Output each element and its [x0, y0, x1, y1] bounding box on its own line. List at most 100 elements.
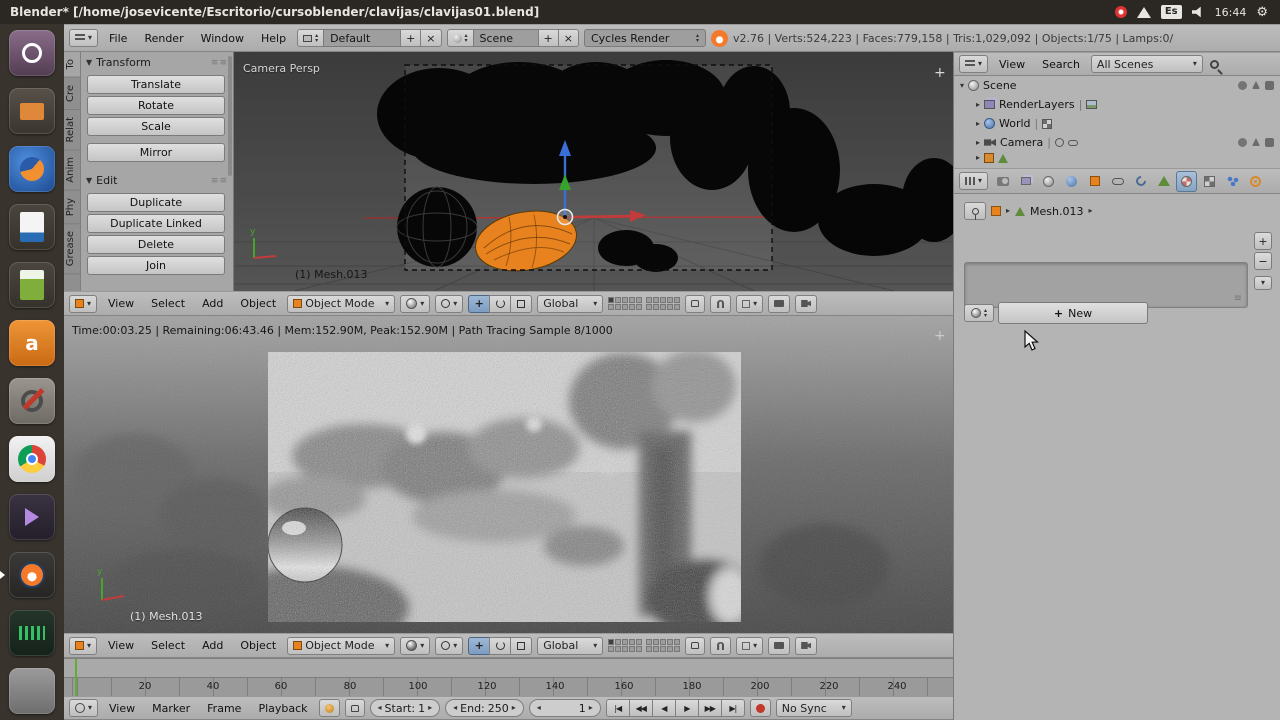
render-opengl-anim-button[interactable]: [795, 294, 818, 313]
dash-icon[interactable]: [9, 30, 55, 76]
edit-panel-header[interactable]: ▼ Edit ≡≡: [81, 170, 233, 191]
menu-view[interactable]: View: [102, 296, 140, 311]
snap-magnet-toggle[interactable]: U: [710, 636, 732, 655]
tab-scene-icon[interactable]: [1038, 171, 1059, 192]
media-player-icon[interactable]: [9, 494, 55, 540]
breadcrumb-object-name[interactable]: Mesh.013: [1030, 205, 1083, 218]
launcher-item[interactable]: [0, 24, 64, 82]
render-engine-dropdown[interactable]: Cycles Render ▴ ▾: [583, 29, 706, 47]
material-browse-button[interactable]: ▴ ▾: [964, 304, 994, 322]
region-expand-icon[interactable]: +: [934, 65, 946, 81]
render-opengl-button[interactable]: [768, 636, 791, 655]
tab-object-icon[interactable]: [1084, 171, 1105, 192]
volume-icon[interactable]: [1191, 6, 1201, 18]
manipulator-rotate-toggle[interactable]: [489, 636, 512, 655]
render-opengl-anim-button[interactable]: [795, 636, 818, 655]
editor-type-button[interactable]: ▾: [69, 29, 99, 47]
tab-texture-icon[interactable]: [1199, 171, 1220, 192]
duplicate-button[interactable]: Duplicate: [87, 193, 225, 212]
prev-keyframe-button[interactable]: ◀◀: [628, 699, 653, 717]
tab-modifiers-icon[interactable]: [1130, 171, 1151, 192]
screen-delete-button[interactable]: ×: [420, 29, 442, 47]
play-button[interactable]: ▶: [674, 699, 699, 717]
tab-render-layers-icon[interactable]: [1015, 171, 1036, 192]
outliner-row-scene[interactable]: ▾ Scene: [954, 76, 1280, 95]
launcher-item[interactable]: [0, 82, 64, 140]
launcher-item[interactable]: a: [0, 314, 64, 372]
snap-element-dropdown[interactable]: ▾: [736, 294, 764, 313]
pivot-dropdown[interactable]: ▾: [435, 294, 464, 313]
shelf-tab-relations[interactable]: Relat: [64, 109, 80, 151]
blender-icon[interactable]: [9, 552, 55, 598]
ubuntu-software-icon[interactable]: a: [9, 320, 55, 366]
menu-view[interactable]: View: [103, 701, 141, 716]
clock[interactable]: 16:44: [1215, 6, 1247, 19]
keyboard-layout-indicator[interactable]: Es: [1160, 5, 1182, 19]
timeline-ruler[interactable]: 20 40 60 80 100 120 140 160 180 200 220 …: [64, 677, 953, 696]
search-icon[interactable]: [1209, 59, 1223, 75]
outliner-scope-dropdown[interactable]: All Scenes ▾: [1090, 55, 1203, 73]
next-keyframe-button[interactable]: ▶▶: [697, 699, 722, 717]
sync-mode-dropdown[interactable]: No Sync ▾: [775, 699, 852, 717]
current-frame-field[interactable]: ◂ 1 ▸: [528, 699, 601, 717]
pivot-dropdown[interactable]: ▾: [435, 636, 464, 655]
editor-type-button[interactable]: ▾: [959, 55, 989, 73]
trash-icon[interactable]: [9, 668, 55, 714]
snap-magnet-toggle[interactable]: U: [710, 294, 732, 313]
menu-playback[interactable]: Playback: [252, 701, 313, 716]
shelf-tab-animation[interactable]: Anim: [64, 150, 80, 191]
tab-data-icon[interactable]: [1153, 171, 1174, 192]
disclosure-icon[interactable]: ▸: [976, 138, 980, 147]
scene-browse-button[interactable]: ▴ ▾: [446, 29, 474, 47]
screen-browse-button[interactable]: ▴ ▾: [297, 29, 325, 47]
launcher-item[interactable]: [0, 662, 64, 720]
menu-select[interactable]: Select: [145, 296, 191, 311]
outliner-row-partial[interactable]: ▸: [954, 152, 1280, 164]
manipulator-scale-toggle[interactable]: [510, 294, 533, 313]
jump-to-end-button[interactable]: ▶|: [720, 699, 745, 717]
lock-to-scene-toggle[interactable]: [685, 636, 706, 655]
translate-button[interactable]: Translate: [87, 75, 225, 94]
menu-select[interactable]: Select: [145, 638, 191, 653]
menu-view[interactable]: View: [993, 57, 1031, 72]
files-icon[interactable]: [9, 88, 55, 134]
disclosure-icon[interactable]: ▸: [976, 154, 980, 162]
rotate-button[interactable]: Rotate: [87, 96, 225, 115]
shading-dropdown[interactable]: ▾: [400, 294, 431, 313]
editor-type-button[interactable]: ▾: [69, 294, 98, 313]
record-button[interactable]: [749, 699, 771, 717]
session-gear-icon[interactable]: ⚙: [1256, 5, 1268, 20]
snap-element-dropdown[interactable]: ▾: [736, 636, 764, 655]
tab-world-icon[interactable]: [1061, 171, 1082, 192]
scene-delete-button[interactable]: ×: [557, 29, 579, 47]
tab-material-icon[interactable]: [1176, 170, 1198, 192]
libreoffice-calc-icon[interactable]: [9, 262, 55, 308]
launcher-item[interactable]: [0, 430, 64, 488]
menu-render[interactable]: Render: [138, 31, 189, 46]
launcher-item[interactable]: [0, 546, 64, 604]
menu-window[interactable]: Window: [195, 31, 250, 46]
render-opengl-button[interactable]: [768, 294, 791, 313]
launcher-item[interactable]: [0, 604, 64, 662]
shelf-tab-physics[interactable]: Phy: [64, 190, 80, 225]
layer-grid[interactable]: [608, 639, 681, 652]
slot-add-button[interactable]: +: [1254, 232, 1272, 250]
editor-type-button[interactable]: ▾: [69, 636, 98, 655]
libreoffice-writer-icon[interactable]: [9, 204, 55, 250]
outliner-row-renderlayers[interactable]: ▸ RenderLayers |: [954, 95, 1280, 114]
tab-physics-icon[interactable]: [1245, 171, 1266, 192]
manipulator-translate-toggle[interactable]: +: [468, 636, 491, 655]
launcher-item[interactable]: [0, 198, 64, 256]
join-button[interactable]: Join: [87, 256, 225, 275]
lock-frame-toggle[interactable]: [344, 699, 365, 717]
menu-marker[interactable]: Marker: [146, 701, 196, 716]
resize-grip-icon[interactable]: ≡: [1234, 293, 1242, 304]
frame-end-field[interactable]: ◂ End: 250 ▸: [445, 699, 524, 717]
frame-start-field[interactable]: ◂ Start: 1 ▸: [369, 699, 441, 717]
firefox-icon[interactable]: [9, 146, 55, 192]
editor-type-button[interactable]: ▾: [959, 172, 989, 190]
viewport-3d[interactable]: y + Camera Persp (1) Mesh.013: [234, 52, 953, 291]
lock-to-scene-toggle[interactable]: [685, 294, 706, 313]
system-settings-icon[interactable]: [9, 378, 55, 424]
tab-render-icon[interactable]: [992, 171, 1013, 192]
